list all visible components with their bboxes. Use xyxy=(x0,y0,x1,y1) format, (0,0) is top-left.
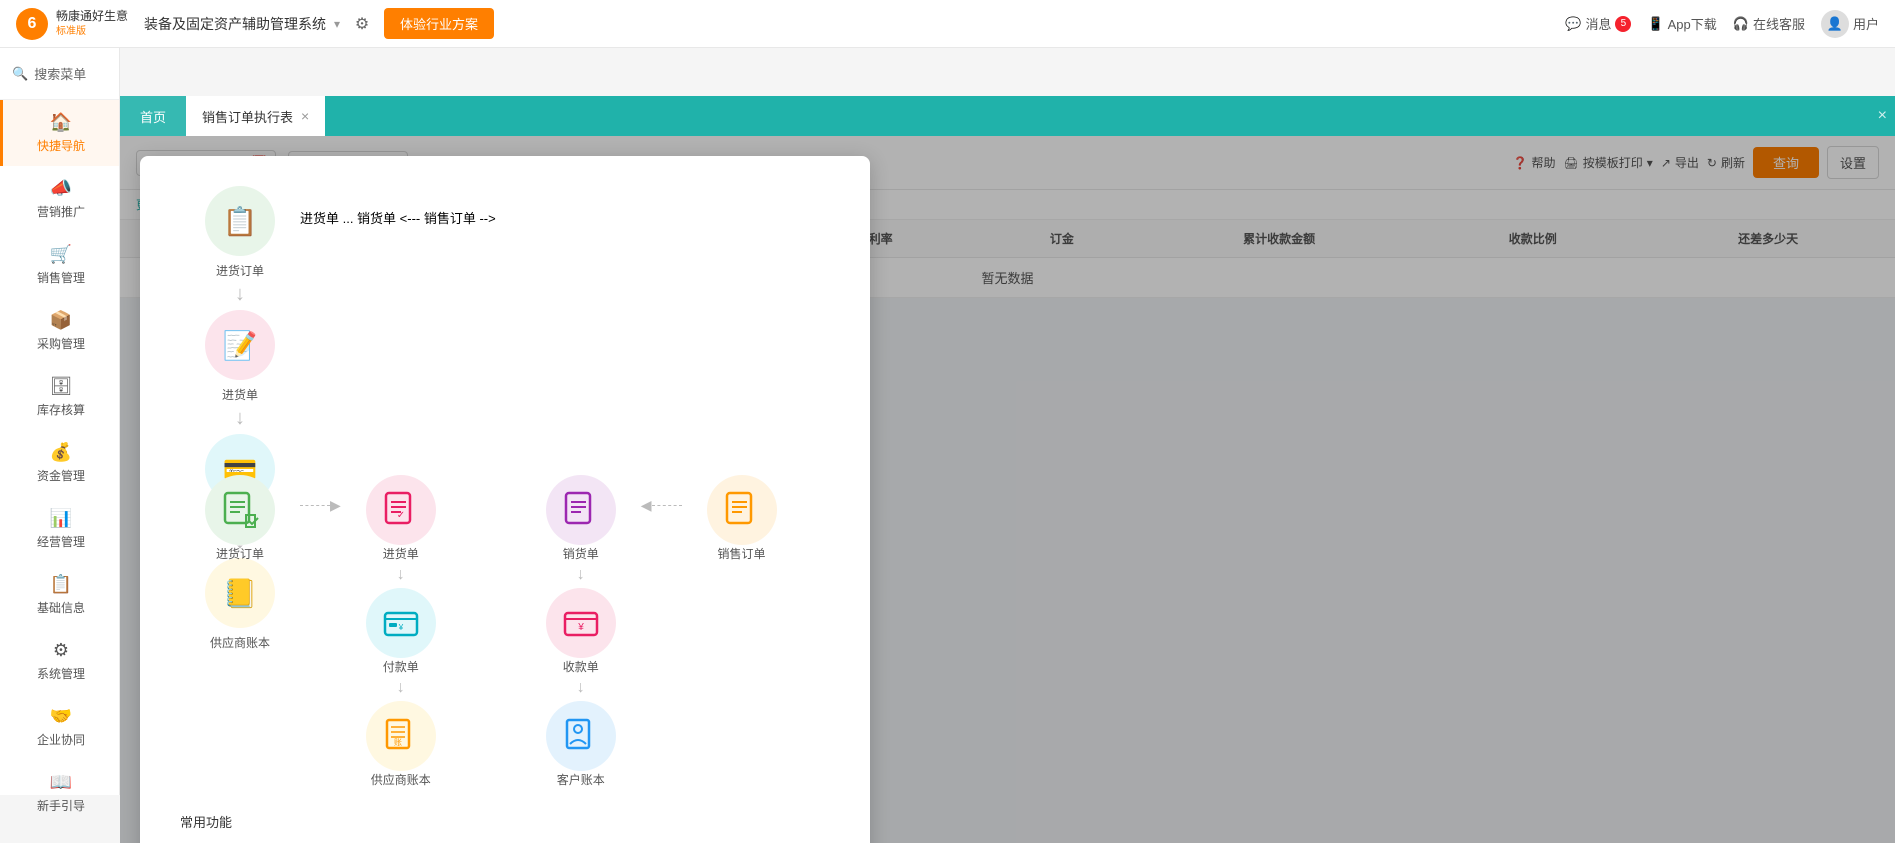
label-receipt: 收款单 xyxy=(563,658,599,675)
system-title: 装备及固定资产辅助管理系统 xyxy=(144,14,326,34)
svg-text:账: 账 xyxy=(394,738,402,747)
sidebar-item-marketing[interactable]: 📣 营销推广 xyxy=(0,166,119,232)
sidebar: 🔍 搜索菜单 🏠 快捷导航 📣 营销推广 🛒 销售管理 📦 采购管理 🗄 库存核… xyxy=(0,48,120,795)
message-icon: 💬 xyxy=(1565,16,1581,32)
sidebar-item-operations[interactable]: 📊 经营管理 xyxy=(0,496,119,562)
enterprise-icon: 🤝 xyxy=(50,706,72,727)
guide-icon: 📖 xyxy=(50,772,72,793)
settings-btn[interactable]: ⚙ xyxy=(348,10,376,38)
message-badge: 5 xyxy=(1615,16,1631,32)
sidebar-search: 🔍 搜索菜单 xyxy=(0,48,119,100)
header-right: 💬 消息 5 📱 App下载 🎧 在线客服 👤 用户 xyxy=(1565,10,1879,38)
label-sales-order: 销售订单 xyxy=(718,545,766,562)
label-sales-bill: 销货单 xyxy=(563,545,599,562)
service-icon: 🎧 xyxy=(1733,16,1749,32)
flow-customer[interactable] xyxy=(546,701,616,771)
svg-text:✓: ✓ xyxy=(397,510,405,521)
common-functions-title: 常用功能 xyxy=(180,812,830,831)
flow-supplier[interactable]: 账 xyxy=(366,701,436,771)
flow-purchase-bill[interactable]: ✓ xyxy=(366,475,436,545)
arrow-right-1: ▶ xyxy=(300,475,341,514)
tab-sales-order-exec[interactable]: 销售订单执行表 × xyxy=(186,96,325,136)
top-header: 6 畅康通好生意 标准版 装备及固定资产辅助管理系统 ▾ ⚙ 体验行业方案 💬 … xyxy=(0,0,1895,48)
supplier-ledger-label: 供应商账本 xyxy=(210,634,270,651)
arrow-down-1: ↓ xyxy=(235,283,245,306)
system-icon: ⚙ xyxy=(53,640,69,661)
purchase-bill-circle[interactable]: 📝 xyxy=(205,310,275,380)
label-supplier: 供应商账本 xyxy=(371,771,431,788)
user-area[interactable]: 👤 用户 xyxy=(1821,10,1879,38)
message-btn[interactable]: 💬 消息 5 xyxy=(1565,14,1631,33)
flow-purchase-order[interactable] xyxy=(205,475,275,545)
search-icon: 🔍 xyxy=(12,66,28,82)
purchase-icon: 📦 xyxy=(50,310,72,331)
sidebar-item-basic[interactable]: 📋 基础信息 xyxy=(0,562,119,628)
experience-btn[interactable]: 体验行业方案 xyxy=(384,8,494,39)
label-purchase-bill: 进货单 xyxy=(383,545,419,562)
modal-overlay: 📋 进货订单 ↓ 📝 进货单 xyxy=(120,136,1895,843)
inventory-icon: 🗄 xyxy=(50,376,73,397)
purchase-order-label: 进货订单 xyxy=(216,262,264,279)
sidebar-item-purchase[interactable]: 📦 采购管理 xyxy=(0,298,119,364)
arrow-down-pb: ↓ xyxy=(397,566,405,584)
svg-text:¥: ¥ xyxy=(577,622,584,633)
tab-bar: 首页 销售订单执行表 × × xyxy=(120,96,1895,136)
flow-payment[interactable]: ¥ xyxy=(366,588,436,658)
supplier-ledger-circle[interactable]: 📒 xyxy=(205,558,275,628)
basic-icon: 📋 xyxy=(50,574,72,595)
system-title-area: 装备及固定资产辅助管理系统 ▾ ⚙ xyxy=(144,10,376,38)
flow-item-purchase-order[interactable]: 📋 进货订单 xyxy=(180,186,300,279)
quick-nav-icon: 🏠 xyxy=(50,112,72,133)
arrow-down-2: ↓ xyxy=(235,407,245,430)
online-service-btn[interactable]: 🎧 在线客服 xyxy=(1733,14,1805,33)
sales-icon: 🛒 xyxy=(50,244,72,265)
label-payment: 付款单 xyxy=(383,658,419,675)
system-dropdown-btn[interactable]: ▾ xyxy=(334,17,340,31)
flow-item-purchase-bill[interactable]: 📝 进货单 xyxy=(180,310,300,403)
logo-area: 6 畅康通好生意 标准版 xyxy=(16,8,136,40)
sidebar-search-btn[interactable]: 🔍 搜索菜单 xyxy=(8,60,111,87)
flow-item-supplier-ledger[interactable]: 📒 供应商账本 xyxy=(180,558,300,651)
arrow-down-sb: ↓ xyxy=(577,566,585,584)
app-icon: 📱 xyxy=(1647,16,1663,32)
content-area: 📅 单据状态 ❓ 帮助 🖨 按模板打印 ▾ ↗ 导出 xyxy=(120,136,1895,843)
flow-receipt[interactable]: ¥ xyxy=(546,588,616,658)
marketing-icon: 📣 xyxy=(50,178,72,199)
sidebar-item-sales[interactable]: 🛒 销售管理 xyxy=(0,232,119,298)
common-functions: 常用功能 商品 往来单位 现存量(库存状况表) 现存量(库存分布表) 销售毛利分… xyxy=(180,812,830,843)
flow-sales-order[interactable] xyxy=(707,475,777,545)
tab-home[interactable]: 首页 xyxy=(120,96,186,136)
label-purchase-order: 进货订单 xyxy=(216,545,264,562)
arrow-left-1: ◀ xyxy=(641,475,682,514)
sidebar-item-inventory[interactable]: 🗄 库存核算 xyxy=(0,364,119,430)
app-download-btn[interactable]: 📱 App下载 xyxy=(1647,14,1716,33)
label-customer: 客户账本 xyxy=(557,771,605,788)
logo-icon: 6 xyxy=(16,8,48,40)
logo-text: 畅康通好生意 标准版 xyxy=(56,9,128,38)
sidebar-item-finance[interactable]: 💰 资金管理 xyxy=(0,430,119,496)
tab-close-all-btn[interactable]: × xyxy=(1878,107,1887,125)
quick-nav-modal: 📋 进货订单 ↓ 📝 进货单 xyxy=(140,156,870,843)
purchase-bill-label: 进货单 xyxy=(222,386,258,403)
finance-icon: 💰 xyxy=(50,442,72,463)
sidebar-item-enterprise[interactable]: 🤝 企业协同 xyxy=(0,694,119,760)
tab-close-btn[interactable]: × xyxy=(301,108,309,124)
sidebar-item-quick-nav[interactable]: 🏠 快捷导航 xyxy=(0,100,119,166)
main-content: 首页 销售订单执行表 × × 📅 单据状态 ❓ 帮助 xyxy=(120,96,1895,843)
purchase-order-circle[interactable]: 📋 xyxy=(205,186,275,256)
sidebar-item-system[interactable]: ⚙ 系统管理 xyxy=(0,628,119,694)
arrow-down-rec: ↓ xyxy=(577,679,585,697)
operations-icon: 📊 xyxy=(50,508,72,529)
flow-sales-bill[interactable] xyxy=(546,475,616,545)
svg-text:¥: ¥ xyxy=(398,623,404,632)
arrow-down-pay: ↓ xyxy=(397,679,405,697)
user-avatar: 👤 xyxy=(1821,10,1849,38)
